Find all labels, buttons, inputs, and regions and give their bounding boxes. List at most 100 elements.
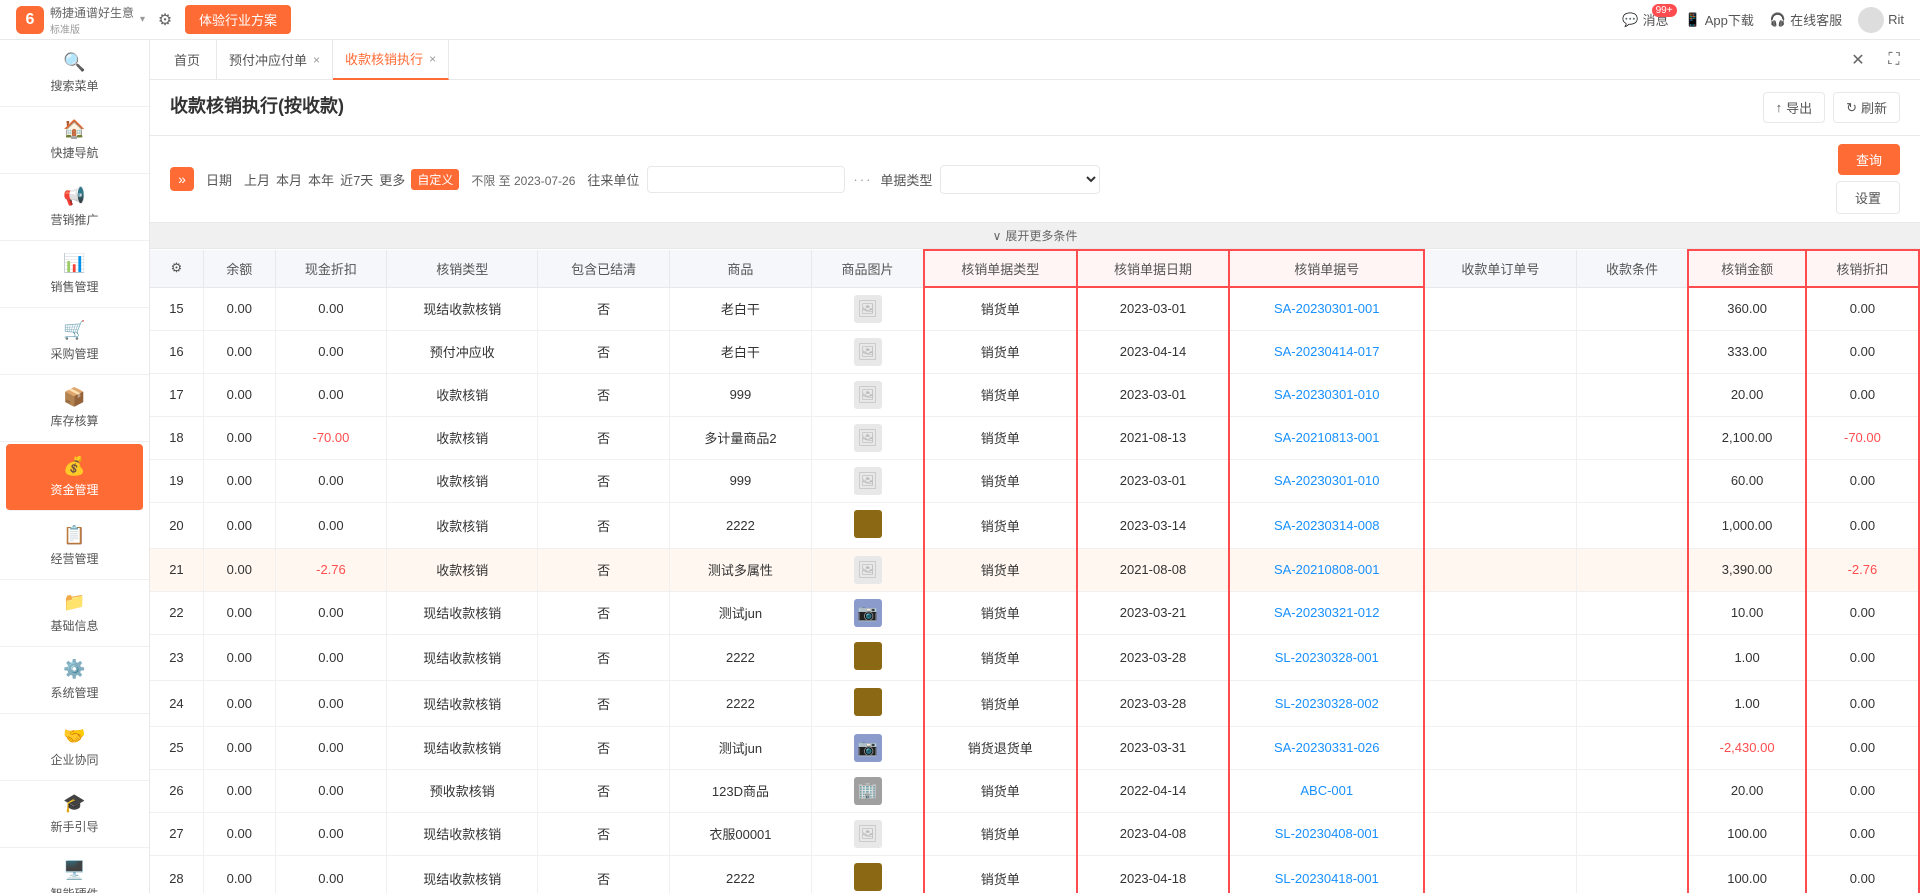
sidebar-item-search[interactable]: 🔍 搜索菜单 [0,40,149,107]
sidebar-item-marketing[interactable]: 📢 营销推广 [0,174,149,241]
filter-right-group: 查询 设置 [1836,144,1900,214]
cell-doc-no[interactable]: SA-20230301-001 [1229,287,1424,330]
cell-doc-no[interactable]: SA-20210813-001 [1229,416,1424,459]
filter-dots: ··· [853,172,872,187]
doc-no-link[interactable]: SA-20210808-001 [1274,562,1380,577]
doc-no-link[interactable]: SL-20230408-001 [1275,826,1379,841]
refresh-button[interactable]: ↻ 刷新 [1833,92,1900,123]
sidebar-item-system[interactable]: ⚙️ 系统管理 [0,647,149,714]
table-container[interactable]: ⚙ 余额 现金折扣 核销类型 包含已结清 商品 商品图片 核销单据类型 核销单据… [150,249,1920,893]
doc-no-link[interactable]: SA-20230314-008 [1274,518,1380,533]
doc-no-link[interactable]: SL-20230328-002 [1275,696,1379,711]
cell-include-settled: 否 [538,812,669,855]
settings-button[interactable]: 设置 [1836,181,1900,214]
cell-write-off-discount: 0.00 [1806,812,1919,855]
cell-write-off-discount: 0.00 [1806,855,1919,893]
sidebar-item-nav[interactable]: 🏠 快捷导航 [0,107,149,174]
partner-input[interactable] [647,166,845,193]
cell-doc-no[interactable]: SL-20230328-001 [1229,634,1424,680]
settings-icon[interactable]: ⚙ [153,8,177,32]
maximize-tab-button[interactable]: ⛶ [1880,46,1908,74]
expand-more-button[interactable]: ∨ 展开更多条件 [150,223,1920,249]
date-opt-more[interactable]: 更多 [379,170,405,189]
doc-no-link[interactable]: SA-20230414-017 [1274,344,1380,359]
message-badge: 99+ [1652,4,1677,17]
service-icon: 🎧 [1770,12,1786,28]
cell-doc-no[interactable]: SA-20230331-026 [1229,726,1424,769]
cell-goods: 测试jun [669,591,811,634]
table-row: 22 0.00 0.00 现结收款核销 否 测试jun 📷 销货单 2023-0… [150,591,1919,634]
doc-no-link[interactable]: SL-20230328-001 [1275,650,1379,665]
doc-no-link[interactable]: SA-20230301-001 [1274,301,1380,316]
doc-type-select[interactable] [940,165,1100,194]
date-opt-this-month[interactable]: 本月 [276,170,302,189]
cell-doc-no[interactable]: SA-20230301-010 [1229,459,1424,502]
cell-doc-no[interactable]: SA-20230301-010 [1229,373,1424,416]
logo-dropdown-icon[interactable]: ▾ [140,14,145,25]
tab-home[interactable]: 首页 [158,40,217,80]
doc-no-link[interactable]: SA-20230301-010 [1274,473,1380,488]
cell-receipt-order-no [1424,548,1576,591]
sidebar-item-collab[interactable]: 🤝 企业协同 [0,714,149,781]
doc-no-link[interactable]: SA-20210813-001 [1274,430,1380,445]
doc-no-link[interactable]: SA-20230301-010 [1274,387,1380,402]
query-button[interactable]: 查询 [1838,144,1900,175]
cell-goods: 老白干 [669,287,811,330]
doc-no-link[interactable]: SL-20230418-001 [1275,871,1379,886]
export-button[interactable]: ↑ 导出 [1763,92,1826,123]
cell-write-off-discount: -2.76 [1806,548,1919,591]
sidebar-item-inventory[interactable]: 📦 库存核算 [0,375,149,442]
close-tab-button[interactable]: ✕ [1844,46,1872,74]
sidebar-item-purchase[interactable]: 🛒 采购管理 [0,308,149,375]
goods-image [854,688,882,716]
sidebar-item-finance[interactable]: 💰 资金管理 [6,444,143,511]
tab-writeoff[interactable]: 收款核销执行 × [333,40,449,80]
tab-prepay[interactable]: 预付冲应付单 × [217,40,333,80]
sidebar-label-finance: 资金管理 [50,481,98,498]
filter-doc-type-label: 单据类型 [880,170,932,189]
cell-write-off-amount: 1,000.00 [1688,502,1805,548]
cell-doc-date: 2021-08-13 [1077,416,1230,459]
cell-id: 15 [150,287,203,330]
doc-no-link[interactable]: SA-20230321-012 [1274,605,1380,620]
date-opt-last-month[interactable]: 上月 [244,170,270,189]
solution-button[interactable]: 体验行业方案 [185,5,291,34]
date-opt-this-year[interactable]: 本年 [308,170,334,189]
cell-doc-no[interactable]: SA-20230414-017 [1229,330,1424,373]
app-download-button[interactable]: 📱 App下载 [1685,10,1754,29]
cell-doc-no[interactable]: ABC-001 [1229,769,1424,812]
user-name[interactable]: Rit [1858,7,1904,33]
online-service-button[interactable]: 🎧 在线客服 [1770,10,1842,29]
table-row: 19 0.00 0.00 收款核销 否 999 🖼 销货单 2023-03-01… [150,459,1919,502]
cell-doc-no[interactable]: SL-20230328-002 [1229,680,1424,726]
cell-doc-no[interactable]: SL-20230408-001 [1229,812,1424,855]
doc-no-link[interactable]: SA-20230331-026 [1274,740,1380,755]
cell-doc-no[interactable]: SA-20230314-008 [1229,502,1424,548]
sidebar-item-sales[interactable]: 📊 销售管理 [0,241,149,308]
cell-goods-img: 🖼 [812,287,924,330]
sidebar-item-management[interactable]: 📋 经营管理 [0,513,149,580]
cell-receipt-cond [1576,287,1688,330]
tab-writeoff-close[interactable]: × [429,52,436,66]
sidebar-item-basic-info[interactable]: 📁 基础信息 [0,580,149,647]
cell-doc-no[interactable]: SA-20230321-012 [1229,591,1424,634]
col-settings[interactable]: ⚙ [150,250,203,287]
date-opt-7days[interactable]: 近7天 [340,170,373,189]
cell-include-settled: 否 [538,769,669,812]
doc-no-link[interactable]: ABC-001 [1300,783,1353,798]
col-receipt-order-no: 收款单订单号 [1424,250,1576,287]
cell-doc-no[interactable]: SA-20210808-001 [1229,548,1424,591]
message-button[interactable]: 💬 消息 99+ [1622,10,1668,29]
table-row: 17 0.00 0.00 收款核销 否 999 🖼 销货单 2023-03-01… [150,373,1919,416]
date-opt-custom[interactable]: 自定义 [411,169,459,190]
cell-write-off-discount: 0.00 [1806,330,1919,373]
cell-doc-type: 销货单 [924,459,1077,502]
cell-doc-no[interactable]: SL-20230418-001 [1229,855,1424,893]
sidebar-item-hardware[interactable]: 🖥️ 智能硬件 [0,848,149,893]
cell-balance: 0.00 [203,330,275,373]
sidebar-item-guide[interactable]: 🎓 新手引导 [0,781,149,848]
expand-more-label: 展开更多条件 [1005,227,1077,244]
tab-prepay-close[interactable]: × [313,53,320,67]
cell-cash-discount: 0.00 [275,769,387,812]
filter-expand-button[interactable]: » [170,167,194,191]
